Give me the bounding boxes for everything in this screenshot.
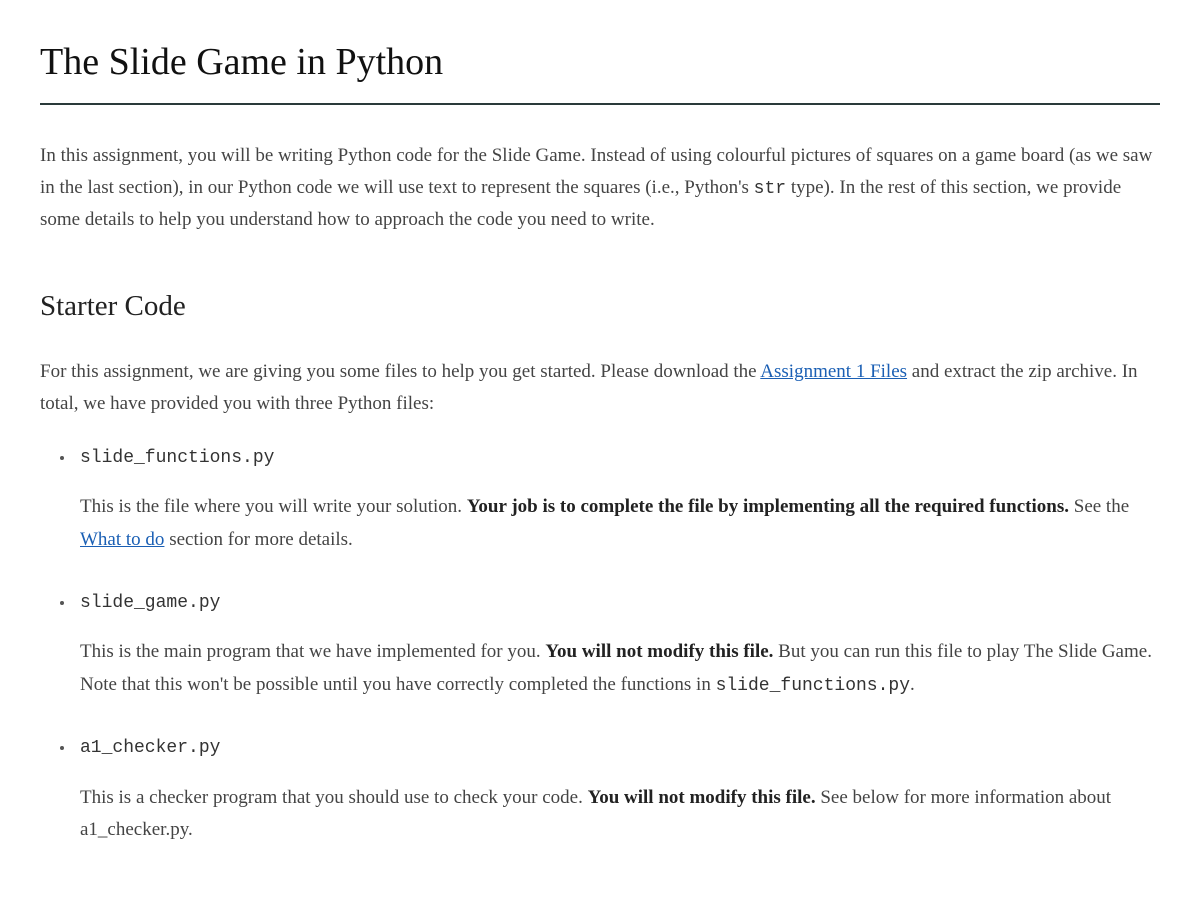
starter-intro-1: For this assignment, we are giving you s… <box>40 361 760 382</box>
page-title: The Slide Game in Python <box>40 30 1160 105</box>
assignment-files-link[interactable]: Assignment 1 Files <box>760 361 907 382</box>
desc-code: slide_functions.py <box>716 676 910 696</box>
list-item: slide_game.py This is the main program t… <box>75 586 1160 701</box>
file-description: This is the main program that we have im… <box>80 636 1160 701</box>
desc-bold: You will not modify this file. <box>545 641 773 662</box>
what-to-do-link[interactable]: What to do <box>80 529 164 550</box>
file-description: This is the file where you will write yo… <box>80 491 1160 556</box>
list-item: a1_checker.py This is a checker program … <box>75 731 1160 846</box>
filename-code: slide_game.py <box>80 593 220 613</box>
list-item: slide_functions.py This is the file wher… <box>75 441 1160 556</box>
intro-paragraph: In this assignment, you will be writing … <box>40 140 1160 237</box>
desc-text: This is a checker program that you shoul… <box>80 787 588 808</box>
starter-code-intro: For this assignment, we are giving you s… <box>40 356 1160 421</box>
file-description: This is a checker program that you shoul… <box>80 782 1160 847</box>
desc-bold: Your job is to complete the file by impl… <box>467 496 1069 517</box>
desc-text: . <box>910 674 915 695</box>
intro-code-str: str <box>754 179 786 199</box>
files-list: slide_functions.py This is the file wher… <box>40 441 1160 847</box>
filename-code: slide_functions.py <box>80 448 274 468</box>
desc-text: section for more details. <box>164 529 352 550</box>
filename-code: a1_checker.py <box>80 738 220 758</box>
desc-bold: You will not modify this file. <box>588 787 816 808</box>
desc-text: This is the file where you will write yo… <box>80 496 467 517</box>
section-heading-starter-code: Starter Code <box>40 282 1160 331</box>
desc-text: This is the main program that we have im… <box>80 641 545 662</box>
desc-text: See the <box>1069 496 1129 517</box>
